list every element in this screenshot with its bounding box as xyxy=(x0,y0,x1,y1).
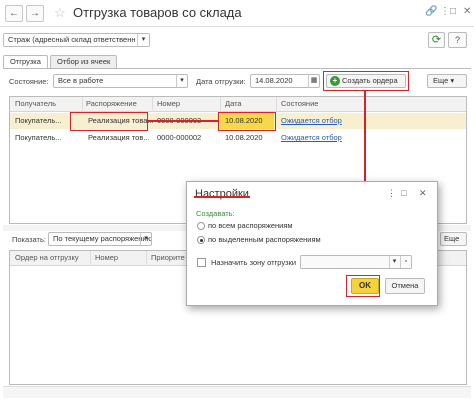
help-icon: ? xyxy=(454,35,460,45)
page-title: Отгрузка товаров со склада xyxy=(73,5,242,20)
column-header[interactable]: Состояние xyxy=(281,99,318,108)
tab-shipment[interactable]: Отгрузка xyxy=(3,55,48,68)
column-header[interactable]: Номер xyxy=(95,253,118,262)
recipient-cell: Покупатель... xyxy=(15,133,62,142)
radio-selected-orders[interactable] xyxy=(197,236,205,244)
highlight-ok-button xyxy=(346,275,380,297)
maximize-icon[interactable]: □ xyxy=(450,6,456,17)
shipment-date-value: 14.08.2020 xyxy=(255,76,293,85)
status-link[interactable]: Ожидается отбор xyxy=(281,116,342,125)
radio-selected-orders-label: по выделенным распоряжениям xyxy=(208,235,321,244)
column-header[interactable]: Получатель xyxy=(15,99,56,108)
menu-dots-icon[interactable]: ⋮ xyxy=(440,6,450,17)
highlight-create-orders xyxy=(323,71,409,91)
chevron-down-icon: ▾ xyxy=(137,34,149,46)
show-value: По текущему распоряжению xyxy=(53,234,152,243)
chevron-down-icon: ▾ xyxy=(450,76,455,85)
chevron-down-icon: ▾ xyxy=(140,233,151,245)
arrow-right-icon: → xyxy=(30,8,40,19)
menu-dots-icon[interactable]: ⋮ xyxy=(387,188,396,199)
column-header[interactable]: Дата xyxy=(225,99,242,108)
close-icon[interactable]: ✕ xyxy=(419,188,427,199)
refresh-icon: ⟳ xyxy=(431,34,442,46)
state-select[interactable]: Все в работе ▾ xyxy=(53,74,188,88)
more-label: Еще xyxy=(444,234,460,243)
connector-line xyxy=(148,120,218,122)
tab-cell-picking[interactable]: Отбор из ячеек xyxy=(50,55,118,68)
horizontal-scrollbar[interactable] xyxy=(3,386,471,398)
cancel-label: Отмена xyxy=(391,281,419,290)
radio-all-orders-label: по всем распоряжениям xyxy=(208,221,293,230)
warehouse-value: Страж (адресный склад ответственн xyxy=(8,35,136,44)
chevron-down-icon: ▾ xyxy=(176,75,187,87)
orders-table-header: Получатель Распоряжение Номер Дата Состо… xyxy=(10,97,466,112)
status-link[interactable]: Ожидается отбор xyxy=(281,133,342,142)
highlight-date-cell xyxy=(218,112,276,131)
forward-button[interactable]: → xyxy=(26,5,44,22)
more-button[interactable]: Еще ▾ xyxy=(427,74,467,88)
column-header[interactable]: Ордер на отгрузку xyxy=(15,253,79,262)
number-cell: 0000-000002 xyxy=(157,133,202,142)
maximize-icon[interactable]: □ xyxy=(401,188,406,198)
state-value: Все в работе xyxy=(58,76,104,85)
settings-dialog: Настройки ⋮ □ ✕ Создавать: по всем распо… xyxy=(186,181,438,306)
highlight-order-cell xyxy=(70,112,148,131)
dialog-title: Настройки xyxy=(195,188,249,200)
back-button[interactable]: ← xyxy=(5,5,23,22)
show-label: Показать: xyxy=(12,235,46,244)
close-icon[interactable]: ✕ xyxy=(463,6,471,17)
recipient-cell: Покупатель... xyxy=(15,116,62,125)
favorite-star-icon[interactable]: ☆ xyxy=(54,5,66,21)
show-select[interactable]: По текущему распоряжению ▾ xyxy=(48,232,152,246)
date-label: Дата отгрузки: xyxy=(196,77,246,86)
tab-cell-picking-label: Отбор из ячеек xyxy=(57,57,111,66)
open-icon[interactable]: ▫ xyxy=(400,256,411,268)
title-underline xyxy=(194,196,250,198)
bottom-more-button[interactable]: Еще xyxy=(440,232,467,246)
chevron-down-icon: ▾ xyxy=(389,256,399,268)
date-cell: 10.08.2020 xyxy=(225,133,263,142)
create-section-label: Создавать: xyxy=(196,209,235,218)
state-label: Состояние: xyxy=(9,77,49,86)
zone-checkbox[interactable] xyxy=(197,258,206,267)
arrow-left-icon: ← xyxy=(9,8,19,19)
radio-all-orders[interactable] xyxy=(197,222,205,230)
refresh-button[interactable]: ⟳ xyxy=(428,32,445,48)
shipment-date-input[interactable]: 14.08.2020 ▦ xyxy=(250,74,320,88)
title-bar: ← → ☆ Отгрузка товаров со склада 🔗 ⋮ □ ✕ xyxy=(0,0,474,27)
link-icon[interactable]: 🔗 xyxy=(425,6,437,17)
order-cell: Реализация тов... xyxy=(88,133,150,142)
zone-checkbox-label: Назначить зону отгрузки xyxy=(211,258,297,267)
column-header[interactable]: Распоряжение xyxy=(86,99,137,108)
tab-divider xyxy=(3,68,471,69)
column-header[interactable]: Приорите xyxy=(151,253,185,262)
tab-shipment-label: Отгрузка xyxy=(10,57,41,66)
more-label: Еще xyxy=(433,76,449,85)
table-row[interactable]: Покупатель... Реализация тов... 0000-000… xyxy=(10,130,466,146)
help-button[interactable]: ? xyxy=(448,32,467,48)
calendar-icon[interactable]: ▦ xyxy=(308,75,319,87)
warehouse-select[interactable]: Страж (адресный склад ответственн ▾ xyxy=(3,33,150,47)
zone-select[interactable]: ▾ ▫ xyxy=(300,255,412,269)
cancel-button[interactable]: Отмена xyxy=(385,278,425,294)
column-header[interactable]: Номер xyxy=(157,99,180,108)
